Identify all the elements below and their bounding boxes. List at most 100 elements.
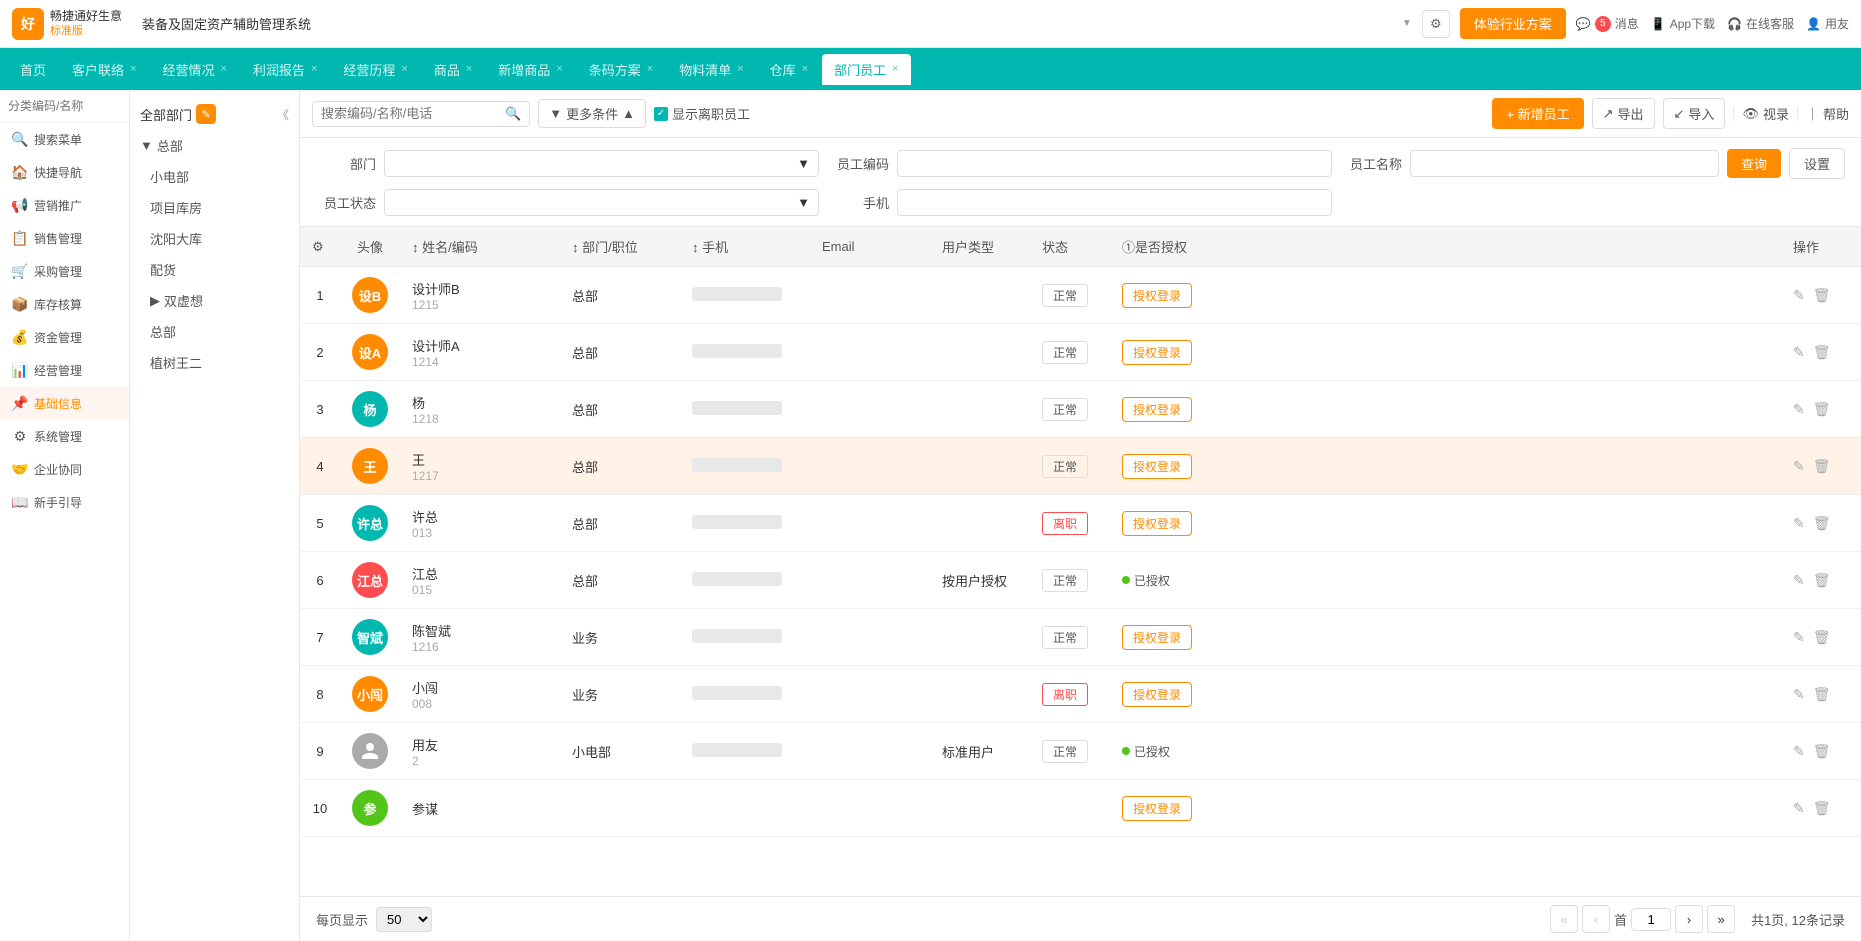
filter-name-input[interactable] xyxy=(1410,150,1719,177)
delete-icon[interactable]: 🗑 xyxy=(1813,344,1831,361)
sidebar-item-inventory[interactable]: 📦 库存核算 xyxy=(0,288,129,321)
edit-icon[interactable]: ✎ xyxy=(1793,572,1805,589)
more-filter-button[interactable]: ▼ 更多条件 ▲ xyxy=(538,99,646,128)
prev-page-button[interactable]: ‹ xyxy=(1582,905,1610,933)
filter-dept-select[interactable]: ▼ xyxy=(384,150,819,177)
sidebar-item-nav[interactable]: 🏠 快捷导航 xyxy=(0,156,129,189)
sidebar-item-finance[interactable]: 💰 资金管理 xyxy=(0,321,129,354)
app-download-button[interactable]: 📱 App下载 xyxy=(1651,15,1715,32)
col-settings[interactable]: ⚙ xyxy=(300,227,340,267)
show-resigned-toggle[interactable]: ✓ 显示离职员工 xyxy=(654,104,750,123)
page-number-input[interactable] xyxy=(1631,908,1671,931)
tab-bom[interactable]: 物料清单 × xyxy=(667,54,755,85)
auth-button[interactable]: 授权登录 xyxy=(1122,340,1192,365)
gear-button[interactable]: ⚙ xyxy=(1422,10,1450,38)
sidebar-item-system[interactable]: ⚙ 系统管理 xyxy=(0,420,129,453)
tab-process[interactable]: 经营历程 × xyxy=(331,54,419,85)
tab-home[interactable]: 首页 xyxy=(8,54,58,85)
sidebar-item-operation[interactable]: 📊 经营管理 xyxy=(0,354,129,387)
show-resigned-checkbox[interactable]: ✓ xyxy=(654,107,668,121)
dept-edit-button[interactable]: ✎ xyxy=(196,104,216,124)
filter-phone-input[interactable] xyxy=(897,189,1332,216)
last-page-button[interactable]: » xyxy=(1707,905,1735,933)
page-size-select[interactable]: 50 20 100 xyxy=(376,907,432,932)
delete-icon[interactable]: 🗑 xyxy=(1813,515,1831,532)
auth-button[interactable]: 授权登录 xyxy=(1122,283,1192,308)
tab-operation[interactable]: 经营情况 × xyxy=(150,54,238,85)
tab-close-barcode[interactable]: × xyxy=(647,63,653,75)
tab-goods[interactable]: 商品 × xyxy=(422,54,484,85)
edit-icon[interactable]: ✎ xyxy=(1793,743,1805,760)
delete-icon[interactable]: 🗑 xyxy=(1813,572,1831,589)
next-page-button[interactable]: › xyxy=(1675,905,1703,933)
dept-item-delivery[interactable]: 配货 xyxy=(130,254,299,285)
tab-close-warehouse[interactable]: × xyxy=(802,63,808,75)
tab-close-profit[interactable]: × xyxy=(311,63,317,75)
tab-customer[interactable]: 客户联络 × xyxy=(60,54,148,85)
auth-button[interactable]: 授权登录 xyxy=(1122,511,1192,536)
help-button[interactable]: ｜ 帮助 xyxy=(1806,104,1849,123)
delete-icon[interactable]: 🗑 xyxy=(1813,287,1831,304)
user-button[interactable]: 👤 用友 xyxy=(1806,15,1849,32)
filter-code-input[interactable] xyxy=(897,150,1332,177)
online-service-button[interactable]: 🎧 在线客服 xyxy=(1727,15,1794,32)
delete-icon[interactable]: 🗑 xyxy=(1813,629,1831,646)
tab-close-operation[interactable]: × xyxy=(220,63,226,75)
filter-status-select[interactable]: ▼ xyxy=(384,189,819,216)
trial-button[interactable]: 体验行业方案 xyxy=(1460,8,1566,39)
dept-item-shenyang[interactable]: 沈阳大库 xyxy=(130,223,299,254)
sidebar-item-marketing[interactable]: 📢 营销推广 xyxy=(0,189,129,222)
dept-item-small-elec[interactable]: 小电部 xyxy=(130,161,299,192)
tab-close-goods[interactable]: × xyxy=(466,63,472,75)
edit-icon[interactable]: ✎ xyxy=(1793,401,1805,418)
tab-warehouse[interactable]: 仓库 × xyxy=(758,54,820,85)
search-input[interactable] xyxy=(321,106,501,121)
delete-icon[interactable]: 🗑 xyxy=(1813,686,1831,703)
col-name[interactable]: ↕ 姓名/编码 xyxy=(400,227,560,267)
tab-profit[interactable]: 利润报告 × xyxy=(241,54,329,85)
dept-item-hq[interactable]: 总部 xyxy=(130,316,299,347)
import-button[interactable]: ↙ 导入 xyxy=(1663,98,1726,129)
dept-item-root[interactable]: ▼ 总部 xyxy=(130,130,299,161)
sidebar-item-search[interactable]: 🔍 搜索菜单 xyxy=(0,123,129,156)
auth-button[interactable]: 授权登录 xyxy=(1122,454,1192,479)
dept-item-double[interactable]: ▶ 双虚想 xyxy=(130,285,299,316)
edit-icon[interactable]: ✎ xyxy=(1793,344,1805,361)
edit-icon[interactable]: ✎ xyxy=(1793,458,1805,475)
delete-icon[interactable]: 🗑 xyxy=(1813,800,1831,817)
col-phone[interactable]: ↕ 手机 xyxy=(680,227,810,267)
sidebar-item-collab[interactable]: 🤝 企业协同 xyxy=(0,453,129,486)
col-dept[interactable]: ↕ 部门/职位 xyxy=(560,227,680,267)
tab-department[interactable]: 部门员工 × xyxy=(822,54,910,85)
auth-button[interactable]: 授权登录 xyxy=(1122,625,1192,650)
sidebar-item-guide[interactable]: 📖 新手引导 xyxy=(0,486,129,519)
tab-close-process[interactable]: × xyxy=(401,63,407,75)
filter-reset-button[interactable]: 设置 xyxy=(1789,148,1845,179)
edit-icon[interactable]: ✎ xyxy=(1793,629,1805,646)
delete-icon[interactable]: 🗑 xyxy=(1813,401,1831,418)
tab-close-customer[interactable]: × xyxy=(130,63,136,75)
dept-collapse-button[interactable]: 《 xyxy=(277,106,289,123)
first-page-button[interactable]: « xyxy=(1550,905,1578,933)
auth-button[interactable]: 授权登录 xyxy=(1122,796,1192,821)
filter-search-button[interactable]: 查询 xyxy=(1727,149,1781,178)
sidebar-item-basic[interactable]: 📌 基础信息 xyxy=(0,387,129,420)
view-button[interactable]: 👁 视录 xyxy=(1742,104,1789,123)
message-button[interactable]: 💬 5 消息 xyxy=(1576,15,1639,32)
auth-button[interactable]: 授权登录 xyxy=(1122,682,1192,707)
sidebar-item-sales[interactable]: 📋 销售管理 xyxy=(0,222,129,255)
sys-title-dropdown[interactable]: ▼ xyxy=(1402,18,1412,29)
auth-button[interactable]: 授权登录 xyxy=(1122,397,1192,422)
edit-icon[interactable]: ✎ xyxy=(1793,686,1805,703)
add-employee-button[interactable]: + 新增员工 xyxy=(1492,98,1583,129)
export-button[interactable]: ↗ 导出 xyxy=(1592,98,1655,129)
delete-icon[interactable]: 🗑 xyxy=(1813,743,1831,760)
edit-icon[interactable]: ✎ xyxy=(1793,515,1805,532)
tab-add-goods[interactable]: 新增商品 × xyxy=(486,54,574,85)
search-icon[interactable]: 🔍 xyxy=(505,106,521,122)
tab-barcode[interactable]: 条码方案 × xyxy=(577,54,665,85)
tab-close-bom[interactable]: × xyxy=(737,63,743,75)
tab-close-department[interactable]: × xyxy=(892,63,898,75)
edit-icon[interactable]: ✎ xyxy=(1793,800,1805,817)
dept-item-plant[interactable]: 植树王二 xyxy=(130,347,299,378)
